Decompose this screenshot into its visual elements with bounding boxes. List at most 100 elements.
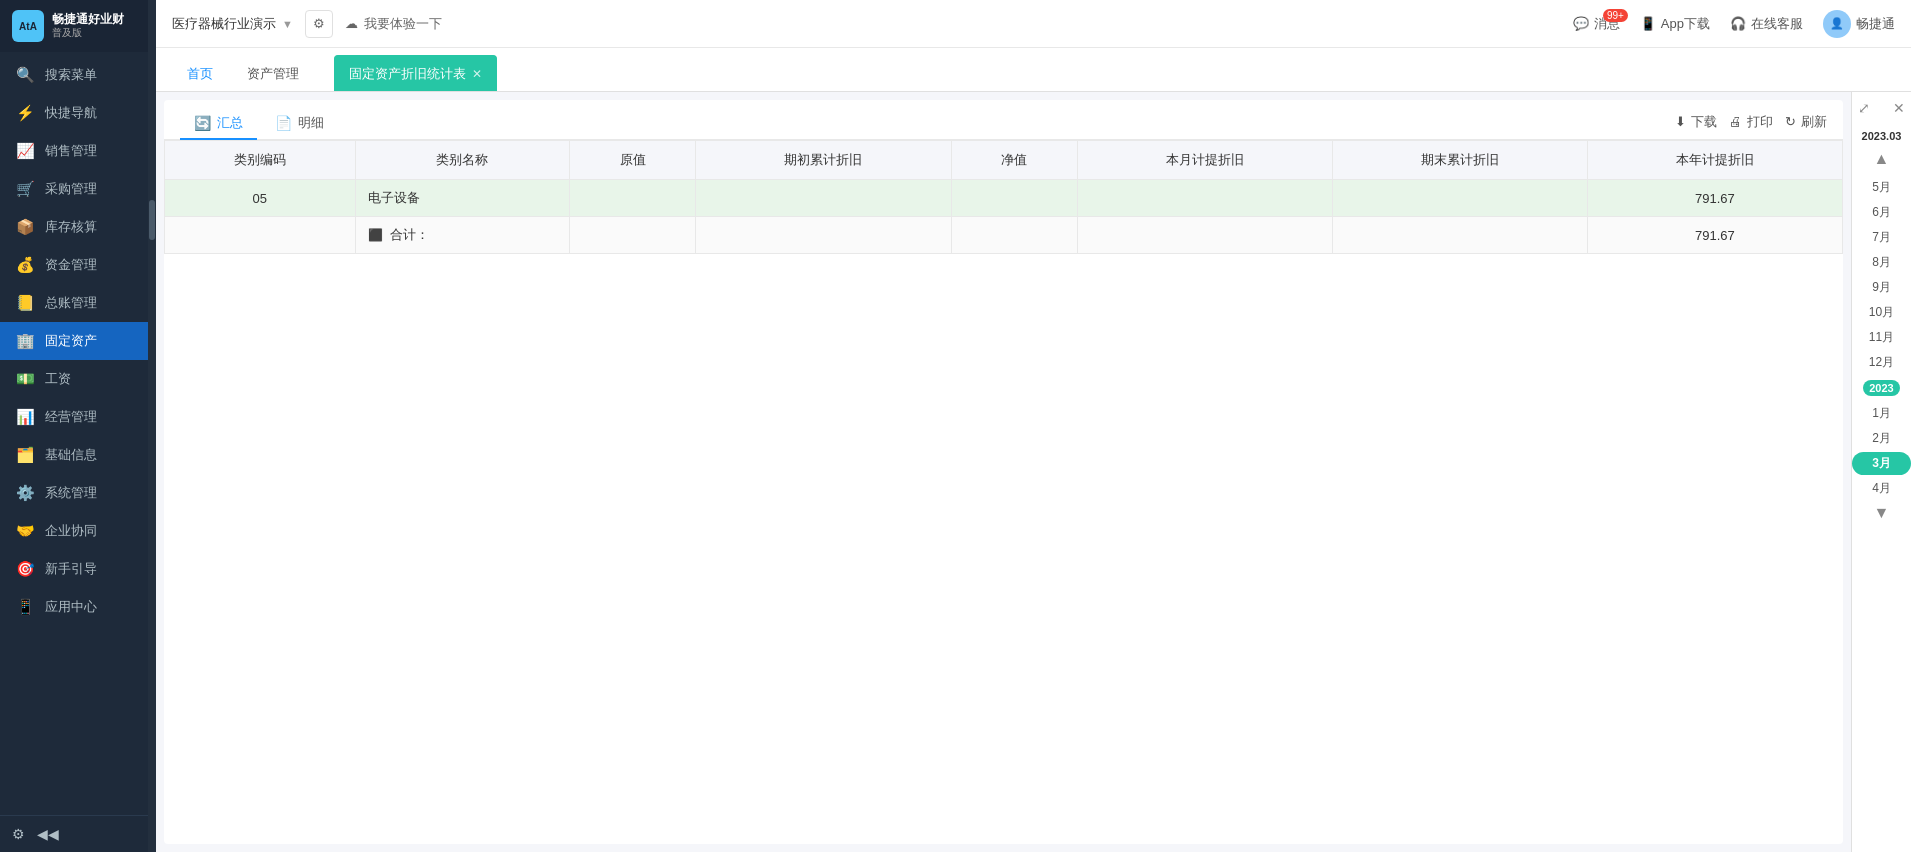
- appcenter-icon: 📱: [16, 598, 35, 616]
- download-label: 下载: [1691, 113, 1717, 131]
- assets-icon: 🏢: [16, 332, 35, 350]
- sidebar-item-purchase[interactable]: 🛒采购管理: [0, 170, 148, 208]
- month-item[interactable]: 11月: [1852, 326, 1911, 349]
- tabbar: 首页 资产管理 ✕ 固定资产折旧统计表 ✕: [156, 48, 1911, 92]
- sidebar-item-funds[interactable]: 💰资金管理: [0, 246, 148, 284]
- panel-expand-button[interactable]: ⤢: [1858, 100, 1870, 116]
- table-row[interactable]: 05 电子设备 791.67: [165, 180, 1843, 217]
- current-month-list: 1月2月3月4月: [1852, 402, 1911, 500]
- subtab-detail[interactable]: 📄 明细: [261, 108, 338, 140]
- settings-icon[interactable]: ⚙: [12, 826, 25, 842]
- month-item[interactable]: 1月: [1852, 402, 1911, 425]
- month-item[interactable]: 3月: [1852, 452, 1911, 475]
- operations-icon: 📊: [16, 408, 35, 426]
- row-name: 电子设备: [355, 180, 570, 217]
- sidebar-item-basic[interactable]: 🗂️基础信息: [0, 436, 148, 474]
- refresh-label: 刷新: [1801, 113, 1827, 131]
- sidebar-item-quicknav[interactable]: ⚡快捷导航: [0, 94, 148, 132]
- main-area: 医疗器械行业演示 ▼ ⚙ ☁ 我要体验一下 💬 消息 99+ 📱 App下载 🎧…: [156, 0, 1911, 852]
- chevron-down-icon: ▼: [282, 18, 293, 30]
- experience-button[interactable]: ☁ 我要体验一下: [345, 15, 442, 33]
- depreciation-table: 类别编码 类别名称 原值 期初累计折旧 净值 本月计提折旧 期末累计折旧 本年计…: [164, 140, 1843, 254]
- month-item[interactable]: 9月: [1852, 276, 1911, 299]
- row-net: [951, 180, 1077, 217]
- year-section: 2023: [1852, 374, 1911, 398]
- summary-label: 汇总: [217, 114, 243, 132]
- sidebar-item-appcenter[interactable]: 📱应用中心: [0, 588, 148, 626]
- month-item[interactable]: 5月: [1852, 176, 1911, 199]
- sidebar-item-assets[interactable]: 🏢固定资产: [0, 322, 148, 360]
- sidebar-item-ledger[interactable]: 📒 总账管理: [0, 284, 148, 322]
- message-icon: 💬: [1573, 16, 1589, 31]
- sidebar-item-guide[interactable]: 🎯新手引导: [0, 550, 148, 588]
- settings-button[interactable]: ⚙: [305, 10, 333, 38]
- tab-depreciation-close-icon[interactable]: ✕: [472, 67, 482, 81]
- col-code: 类别编码: [165, 141, 356, 180]
- sidebar-scroll-thumb: [149, 200, 155, 240]
- sales-icon: 📈: [16, 142, 35, 160]
- total-label-cell: [165, 217, 356, 254]
- panel-close-button[interactable]: ✕: [1893, 100, 1905, 116]
- username: 畅捷通: [1856, 15, 1895, 33]
- tab-home[interactable]: 首页: [172, 55, 228, 91]
- sidebar-item-collab[interactable]: 🤝企业协同: [0, 512, 148, 550]
- month-item[interactable]: 6月: [1852, 201, 1911, 224]
- refresh-icon: ↻: [1785, 114, 1796, 129]
- total-initial: [696, 217, 951, 254]
- total-row: ⬛ 合计： 791.67: [165, 217, 1843, 254]
- month-item[interactable]: 8月: [1852, 251, 1911, 274]
- depreciation-tab-label: 固定资产折旧统计表: [349, 65, 466, 83]
- row-annual: 791.67: [1587, 180, 1842, 217]
- subtab-summary[interactable]: 🔄 汇总: [180, 108, 257, 140]
- print-icon: 🖨: [1729, 114, 1742, 129]
- company-selector[interactable]: 医疗器械行业演示 ▼: [172, 15, 293, 33]
- sidebar-item-sales[interactable]: 📈销售管理: [0, 132, 148, 170]
- sidebar-item-label: 经营管理: [45, 408, 97, 426]
- tab-asset-close-icon[interactable]: ✕: [305, 67, 315, 81]
- message-badge: 99+: [1603, 9, 1628, 22]
- month-item[interactable]: 10月: [1852, 301, 1911, 324]
- row-code: 05: [165, 180, 356, 217]
- month-item[interactable]: 2月: [1852, 427, 1911, 450]
- content-main: 🔄 汇总 📄 明细 ⬇ 下载 🖨 打印: [164, 100, 1843, 844]
- next-year-button[interactable]: ▼: [1870, 500, 1894, 526]
- sidebar-item-inventory[interactable]: 📦库存核算: [0, 208, 148, 246]
- sidebar-item-system[interactable]: ⚙️系统管理: [0, 474, 148, 512]
- user-menu[interactable]: 👤 畅捷通: [1823, 10, 1895, 38]
- detail-label: 明细: [298, 114, 324, 132]
- col-name: 类别名称: [355, 141, 570, 180]
- year-label: 2023.03: [1862, 130, 1902, 142]
- tab-asset-mgmt[interactable]: 资产管理 ✕: [232, 55, 330, 91]
- sidebar-scrollbar[interactable]: [148, 0, 156, 852]
- month-item[interactable]: 12月: [1852, 351, 1911, 374]
- sidebar-item-operations[interactable]: 📊 经营管理: [0, 398, 148, 436]
- purchase-icon: 🛒: [16, 180, 35, 198]
- collapse-icon[interactable]: ◀◀: [37, 826, 59, 842]
- row-period-end: [1332, 180, 1587, 217]
- sidebar-item-payroll[interactable]: 💵工资: [0, 360, 148, 398]
- collab-icon: 🤝: [16, 522, 35, 540]
- logo-title: 畅捷通好业财: [52, 12, 124, 26]
- refresh-button[interactable]: ↻ 刷新: [1785, 113, 1827, 131]
- home-tab-label: 首页: [187, 65, 213, 83]
- app-download-button[interactable]: 📱 App下载: [1640, 15, 1710, 33]
- tab-depreciation[interactable]: 固定资产折旧统计表 ✕: [334, 55, 497, 91]
- month-item[interactable]: 7月: [1852, 226, 1911, 249]
- sidebar-item-search[interactable]: 🔍搜索菜单: [0, 56, 148, 94]
- experience-label: 我要体验一下: [364, 15, 442, 33]
- print-button[interactable]: 🖨 打印: [1729, 113, 1773, 131]
- funds-icon: 💰: [16, 256, 35, 274]
- prev-year-button[interactable]: ▲: [1870, 146, 1894, 172]
- online-service-button[interactable]: 🎧 在线客服: [1730, 15, 1803, 33]
- topbar-right: 💬 消息 99+ 📱 App下载 🎧 在线客服 👤 畅捷通: [1573, 10, 1895, 38]
- month-item[interactable]: 4月: [1852, 477, 1911, 500]
- ledger-icon: 📒: [16, 294, 35, 312]
- search-icon: 🔍: [16, 66, 35, 84]
- guide-icon: 🎯: [16, 560, 35, 578]
- message-button[interactable]: 💬 消息 99+: [1573, 15, 1620, 33]
- sidebar-item-label: 总账管理: [45, 294, 97, 312]
- download-icon: ⬇: [1675, 114, 1686, 129]
- total-period-end: [1332, 217, 1587, 254]
- year-badge: 2023: [1863, 380, 1899, 396]
- download-button[interactable]: ⬇ 下载: [1675, 113, 1717, 131]
